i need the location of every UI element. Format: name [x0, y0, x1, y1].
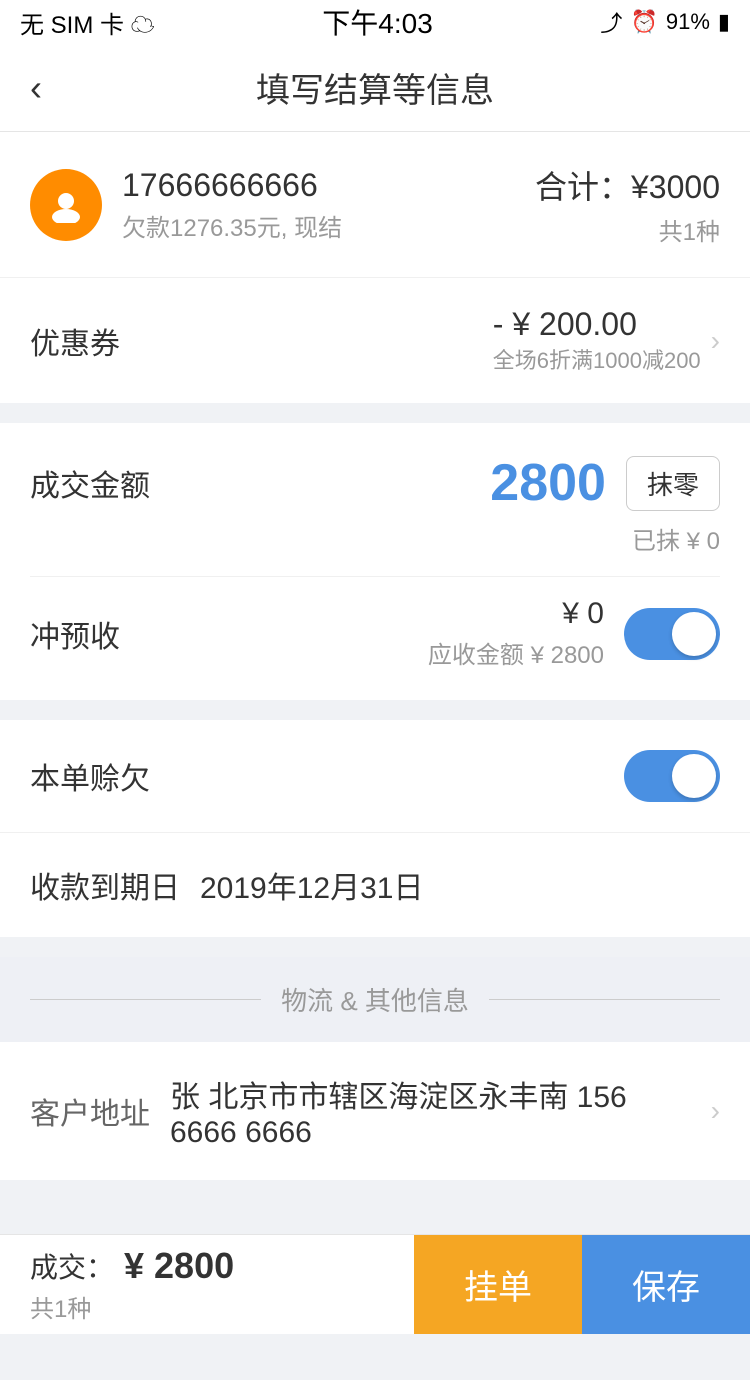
alarm-icon: ⏰ — [630, 9, 657, 35]
battery-icon: ▮ — [718, 9, 730, 35]
customer-right: 合计：¥3000 共1种 — [535, 162, 720, 247]
bottom-deal-row: 成交： ¥ 2800 — [30, 1245, 384, 1287]
address-row[interactable]: 客户地址 张 北京市市辖区海淀区永丰南 156 6666 6666 › — [0, 1042, 750, 1180]
header-line-right — [489, 999, 720, 1000]
coupon-info: - ¥ 200.00 全场6折满1000减200 — [493, 306, 701, 375]
duedate-label: 收款到期日 — [30, 863, 180, 907]
chevron-right-icon: › — [711, 325, 720, 357]
total-count: 共1种 — [535, 212, 720, 247]
customer-info: 17666666666 欠款1276.35元, 现结 — [122, 167, 342, 243]
coupon-right: - ¥ 200.00 全场6折满1000减200 › — [493, 306, 720, 375]
customer-row: 17666666666 欠款1276.35元, 现结 合计：¥3000 共1种 — [30, 162, 720, 247]
prereceive-right: ¥ 0 应收金额 ¥ 2800 — [428, 597, 720, 670]
amount-section: 成交金额 2800 抹零 已抹 ¥ 0 冲预收 ¥ 0 应收金额 ¥ 2800 — [0, 423, 750, 700]
amount-value-group: 2800 抹零 — [490, 453, 720, 513]
bottom-deal-label: 成交： — [30, 1246, 114, 1286]
back-button[interactable]: ‹ — [30, 67, 42, 109]
amount-row: 成交金额 2800 抹零 — [30, 453, 720, 513]
prereceive-amount: ¥ 0 应收金额 ¥ 2800 — [428, 597, 604, 670]
address-label: 客户地址 — [30, 1089, 150, 1133]
total-amount: 合计：¥3000 — [535, 162, 720, 208]
chevron-right-icon-address: › — [711, 1095, 720, 1127]
logistics-title: 物流 & 其他信息 — [281, 981, 469, 1018]
save-button[interactable]: 保存 — [582, 1235, 750, 1334]
status-bar: 无 SIM 卡 ☁ 下午4:03 ⤴ ⏰ 91% ▮ — [0, 0, 750, 44]
customer-sub: 欠款1276.35元, 现结 — [122, 208, 342, 243]
sim-status: 无 SIM 卡 ☁ — [20, 5, 155, 40]
round-button[interactable]: 抹零 — [626, 456, 720, 511]
header: ‹ 填写结算等信息 — [0, 44, 750, 132]
address-value: 张 北京市市辖区海淀区永丰南 156 6666 6666 — [170, 1072, 691, 1150]
prereceive-label: 冲预收 — [30, 612, 120, 656]
inner-divider — [30, 576, 720, 577]
debt-toggle[interactable] — [624, 750, 720, 802]
prereceive-row: 冲预收 ¥ 0 应收金额 ¥ 2800 — [30, 597, 720, 670]
customer-card: 17666666666 欠款1276.35元, 现结 合计：¥3000 共1种 — [0, 132, 750, 277]
status-time: 下午4:03 — [322, 2, 433, 42]
prereceive-toggle[interactable] — [624, 608, 720, 660]
duedate-value: 2019年12月31日 — [200, 863, 423, 907]
bottom-summary: 成交： ¥ 2800 共1种 — [0, 1245, 414, 1324]
customer-left: 17666666666 欠款1276.35元, 现结 — [30, 167, 342, 243]
avatar — [30, 169, 102, 241]
header-line-left — [30, 999, 261, 1000]
section-gap-1 — [0, 403, 750, 423]
amount-label: 成交金额 — [30, 461, 150, 505]
page-title: 填写结算等信息 — [256, 63, 494, 112]
prereceive-value: ¥ 0 — [428, 597, 604, 631]
debt-row: 本单赊欠 — [0, 720, 750, 832]
bottom-bar: 成交： ¥ 2800 共1种 挂单 保存 — [0, 1234, 750, 1334]
amount-number: 2800 — [490, 453, 606, 513]
bottom-deal-value: ¥ 2800 — [124, 1245, 234, 1287]
duedate-row: 收款到期日 2019年12月31日 — [0, 832, 750, 937]
coupon-detail: 全场6折满1000减200 — [493, 343, 701, 375]
logistics-section-header: 物流 & 其他信息 — [0, 957, 750, 1042]
section-gap-3 — [0, 937, 750, 957]
battery-level: 91% — [666, 9, 710, 35]
coupon-label: 优惠券 — [30, 319, 120, 363]
status-right: ⤴ ⏰ 91% ▮ — [600, 6, 730, 38]
status-left: 无 SIM 卡 ☁ — [20, 5, 155, 40]
location-icon: ⤴ — [600, 6, 622, 38]
coupon-discount: - ¥ 200.00 — [493, 306, 701, 343]
customer-phone: 17666666666 — [122, 167, 342, 204]
prereceive-sub: 应收金额 ¥ 2800 — [428, 635, 604, 670]
hold-button[interactable]: 挂单 — [414, 1235, 582, 1334]
debt-label: 本单赊欠 — [30, 754, 150, 798]
coupon-row[interactable]: 优惠券 - ¥ 200.00 全场6折满1000减200 › — [0, 277, 750, 403]
section-gap-2 — [0, 700, 750, 720]
amount-sub: 已抹 ¥ 0 — [30, 521, 720, 556]
bottom-btn-group: 挂单 保存 — [414, 1235, 750, 1334]
bottom-deal-count: 共1种 — [30, 1289, 384, 1324]
